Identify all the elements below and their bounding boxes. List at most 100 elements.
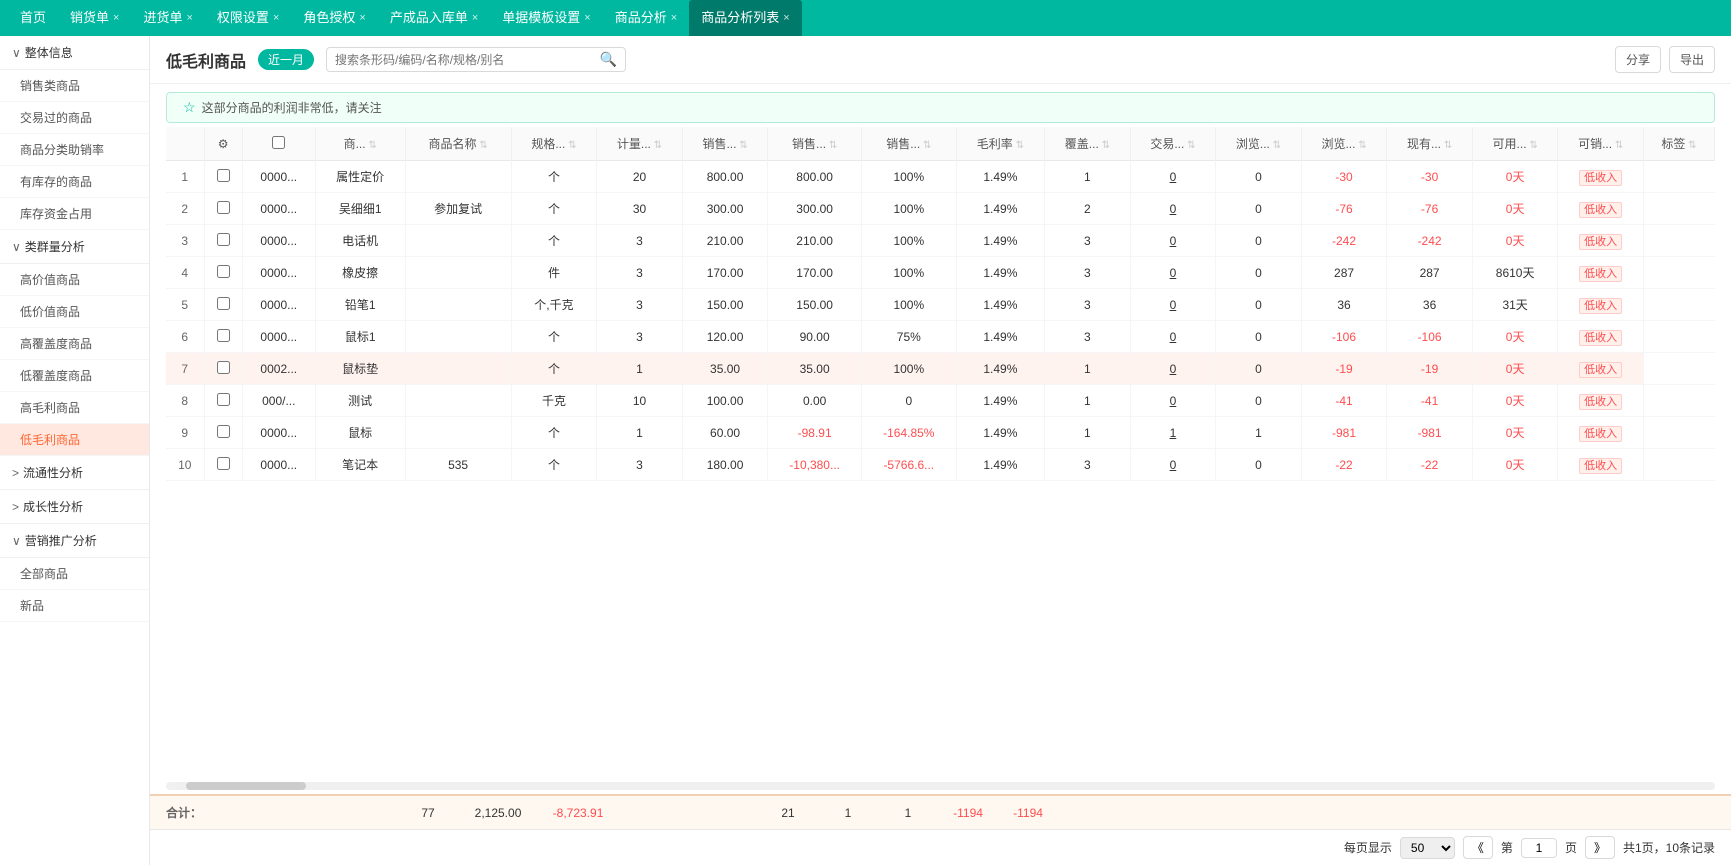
row-browse1[interactable]: 0 (1130, 161, 1216, 193)
sidebar-item-高覆盖度商品[interactable]: 高覆盖度商品 (0, 328, 149, 360)
close-icon[interactable]: × (783, 0, 789, 36)
row-checkbox[interactable] (217, 457, 230, 470)
nav-item-销货单[interactable]: 销货单 × (58, 0, 131, 36)
row-checkbox[interactable] (217, 425, 230, 438)
close-icon[interactable]: × (186, 0, 192, 36)
sort-icon[interactable]: ⇅ (736, 140, 747, 151)
sort-icon[interactable]: ⇅ (1441, 140, 1452, 151)
row-cell[interactable] (204, 449, 242, 481)
row-cell[interactable] (204, 353, 242, 385)
close-icon[interactable]: × (359, 0, 365, 36)
horizontal-scrollbar[interactable] (166, 782, 1715, 790)
row-cell[interactable] (204, 193, 242, 225)
sort-icon[interactable]: ⇅ (1527, 140, 1538, 151)
nav-item-商品分析列表[interactable]: 商品分析列表 × (689, 0, 801, 36)
browse-link[interactable]: 0 (1170, 362, 1177, 376)
page-number-input[interactable] (1521, 838, 1557, 858)
row-checkbox[interactable] (217, 361, 230, 374)
row-browse1[interactable]: 0 (1130, 289, 1216, 321)
search-icon[interactable]: 🔍 (600, 51, 617, 68)
browse-link[interactable]: 0 (1170, 170, 1177, 184)
sidebar-item-全部商品[interactable]: 全部商品 (0, 558, 149, 590)
row-browse1[interactable]: 0 (1130, 353, 1216, 385)
nav-item-单据模板设置[interactable]: 单据模板设置 × (490, 0, 602, 36)
page-size-select[interactable]: 50 100 200 (1400, 837, 1455, 859)
export-button[interactable]: 导出 (1669, 46, 1715, 73)
col-header-settings[interactable]: ⚙ (204, 127, 242, 161)
nav-item-角色授权[interactable]: 角色授权 × (291, 0, 377, 36)
sort-icon[interactable]: ⇅ (1099, 140, 1110, 151)
browse-link[interactable]: 0 (1170, 330, 1177, 344)
sort-icon[interactable]: ⇅ (1612, 140, 1623, 151)
sort-icon[interactable]: ⇅ (1013, 140, 1024, 151)
browse-link[interactable]: 0 (1170, 266, 1177, 280)
close-icon[interactable]: × (113, 0, 119, 36)
row-checkbox[interactable] (217, 201, 230, 214)
sidebar-group-4[interactable]: ∨ 营销推广分析 (0, 524, 149, 558)
sidebar-item-有库存的商品[interactable]: 有库存的商品 (0, 166, 149, 198)
col-header-checkbox[interactable] (242, 127, 315, 161)
sidebar-group-1[interactable]: ∨ 类群量分析 (0, 230, 149, 264)
row-checkbox[interactable] (217, 169, 230, 182)
nav-item-首页[interactable]: 首页 (8, 0, 58, 36)
row-browse1[interactable]: 1 (1130, 417, 1216, 449)
row-browse1[interactable]: 0 (1130, 193, 1216, 225)
sort-icon[interactable]: ⇅ (1270, 140, 1281, 151)
sidebar-item-新品[interactable]: 新品 (0, 590, 149, 622)
sort-icon[interactable]: ⇅ (826, 140, 837, 151)
sidebar-item-库存资金占用[interactable]: 库存资金占用 (0, 198, 149, 230)
browse-link[interactable]: 1 (1170, 426, 1177, 440)
sidebar-group-2[interactable]: > 流通性分析 (0, 456, 149, 490)
row-checkbox[interactable] (217, 297, 230, 310)
sort-icon[interactable]: ⇅ (366, 140, 377, 151)
browse-link[interactable]: 0 (1170, 298, 1177, 312)
nav-item-权限设置[interactable]: 权限设置 × (205, 0, 291, 36)
sort-icon[interactable]: ⇅ (651, 140, 662, 151)
row-cell[interactable] (204, 289, 242, 321)
search-input[interactable] (335, 53, 600, 67)
sidebar-item-商品分类助销率[interactable]: 商品分类助销率 (0, 134, 149, 166)
sidebar-item-低毛利商品[interactable]: 低毛利商品 (0, 424, 149, 456)
filter-tag[interactable]: 近一月 (258, 49, 314, 70)
nav-item-进货单[interactable]: 进货单 × (131, 0, 204, 36)
row-browse1[interactable]: 0 (1130, 385, 1216, 417)
browse-link[interactable]: 0 (1170, 234, 1177, 248)
sort-icon[interactable]: ⇅ (1184, 140, 1195, 151)
row-checkbox[interactable] (217, 393, 230, 406)
row-cell[interactable] (204, 385, 242, 417)
browse-link[interactable]: 0 (1170, 202, 1177, 216)
close-icon[interactable]: × (273, 0, 279, 36)
row-cell[interactable] (204, 321, 242, 353)
sidebar-item-交易过的商品[interactable]: 交易过的商品 (0, 102, 149, 134)
row-cell[interactable] (204, 257, 242, 289)
row-checkbox[interactable] (217, 329, 230, 342)
sort-icon[interactable]: ⇅ (920, 140, 931, 151)
row-checkbox[interactable] (217, 265, 230, 278)
sort-icon[interactable]: ⇅ (477, 140, 488, 151)
sort-icon[interactable]: ⇅ (565, 140, 576, 151)
sidebar-item-销售类商品[interactable]: 销售类商品 (0, 70, 149, 102)
close-icon[interactable]: × (671, 0, 677, 36)
next-page-button[interactable]: 》 (1585, 836, 1615, 859)
row-cell[interactable] (204, 225, 242, 257)
prev-page-button[interactable]: 《 (1463, 836, 1493, 859)
browse-link[interactable]: 0 (1170, 458, 1177, 472)
nav-item-商品分析[interactable]: 商品分析 × (603, 0, 689, 36)
sidebar-group-0[interactable]: ∨ 整体信息 (0, 36, 149, 70)
row-cell[interactable] (204, 161, 242, 193)
close-icon[interactable]: × (472, 0, 478, 36)
sidebar-item-高价值商品[interactable]: 高价值商品 (0, 264, 149, 296)
sidebar-group-3[interactable]: > 成长性分析 (0, 490, 149, 524)
row-browse1[interactable]: 0 (1130, 321, 1216, 353)
sidebar-item-低价值商品[interactable]: 低价值商品 (0, 296, 149, 328)
sidebar-item-高毛利商品[interactable]: 高毛利商品 (0, 392, 149, 424)
sort-icon[interactable]: ⇅ (1355, 140, 1366, 151)
row-cell[interactable] (204, 417, 242, 449)
nav-item-产成品入库单[interactable]: 产成品入库单 × (378, 0, 490, 36)
sort-icon[interactable]: ⇅ (1685, 140, 1696, 151)
browse-link[interactable]: 0 (1170, 394, 1177, 408)
row-checkbox[interactable] (217, 233, 230, 246)
row-browse1[interactable]: 0 (1130, 225, 1216, 257)
close-icon[interactable]: × (584, 0, 590, 36)
select-all-checkbox[interactable] (272, 136, 285, 149)
